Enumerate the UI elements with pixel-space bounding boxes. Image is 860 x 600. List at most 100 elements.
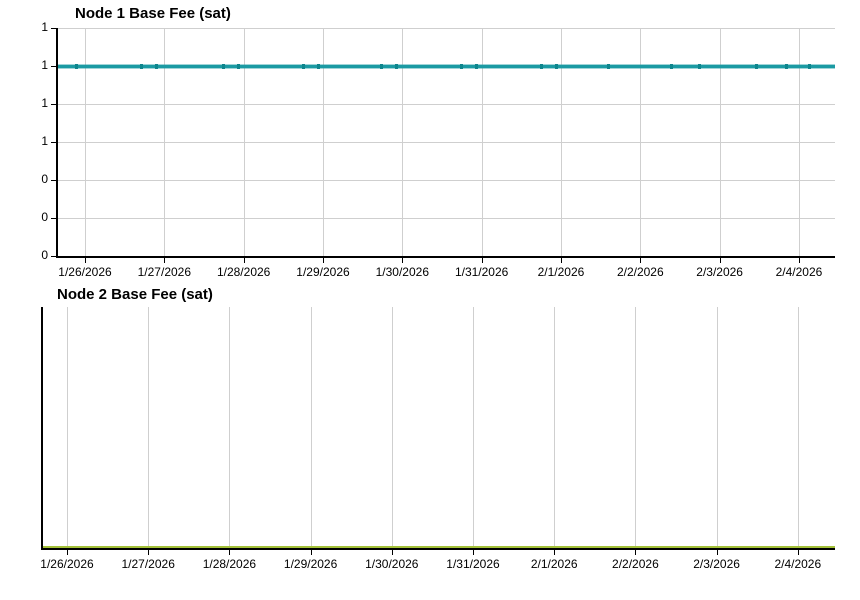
data-point-marker — [607, 63, 610, 69]
h-gridline — [58, 28, 835, 29]
x-axis-label: 2/1/2026 — [537, 265, 585, 279]
chart2-title: Node 2 Base Fee (sat) — [57, 286, 213, 303]
y-axis-label: 1 — [41, 20, 48, 34]
x-axis-label: 1/27/2026 — [121, 557, 175, 571]
x-tick — [391, 550, 393, 555]
x-axis-label: 1/26/2026 — [58, 265, 112, 279]
x-tick — [797, 550, 799, 555]
v-gridline — [402, 28, 404, 256]
v-gridline — [164, 28, 166, 256]
v-gridline — [67, 307, 68, 548]
data-point-marker — [475, 63, 478, 69]
y-axis-line — [41, 307, 43, 550]
v-gridline — [560, 28, 562, 256]
v-gridline — [243, 28, 245, 256]
series-line — [43, 546, 835, 548]
v-gridline — [640, 28, 642, 256]
x-tick — [402, 258, 404, 263]
v-gridline — [797, 307, 799, 548]
x-tick — [554, 550, 556, 555]
data-point-marker — [140, 63, 143, 69]
x-axis-label: 1/26/2026 — [40, 557, 94, 571]
x-axis-line — [41, 548, 835, 550]
v-gridline — [229, 307, 231, 548]
data-point-marker — [785, 63, 788, 69]
x-axis-line — [56, 256, 835, 258]
data-point-marker — [237, 63, 240, 69]
data-point-marker — [302, 63, 305, 69]
chart1-plot-area: 1/26/2026 1/27/2026 1/28/2026 1/29/2026 1/30… — [41, 20, 835, 279]
data-point-marker — [808, 63, 811, 69]
h-gridline — [58, 218, 835, 219]
x-axis-label: 2/4/2026 — [775, 265, 823, 279]
data-point-marker — [698, 63, 701, 69]
series-line — [58, 64, 835, 68]
y-axis-label: 1 — [41, 58, 48, 72]
x-axis-label: 2/3/2026 — [693, 557, 740, 571]
h-gridline — [58, 180, 835, 181]
x-tick — [148, 550, 150, 555]
x-tick — [164, 258, 166, 263]
y-axis-line — [56, 28, 58, 258]
x-tick — [310, 550, 312, 555]
x-axis-label: 1/31/2026 — [446, 557, 500, 571]
x-tick — [481, 258, 483, 263]
x-axis-label: 2/2/2026 — [612, 557, 659, 571]
x-tick — [229, 550, 231, 555]
y-axis-label: 0 — [41, 248, 48, 262]
h-gridline — [58, 104, 835, 105]
chart1-title: Node 1 Base Fee (sat) — [75, 5, 231, 22]
data-point-marker — [670, 63, 673, 69]
data-point-marker — [540, 63, 543, 69]
v-gridline — [635, 307, 637, 548]
x-tick — [85, 258, 86, 263]
v-gridline — [310, 307, 312, 548]
v-gridline — [322, 28, 324, 256]
x-tick — [243, 258, 245, 263]
data-point-marker — [395, 63, 398, 69]
y-axis-label: 0 — [41, 210, 48, 224]
x-tick — [719, 258, 721, 263]
x-tick — [635, 550, 637, 555]
y-axis-label: 1 — [41, 134, 48, 148]
x-tick — [322, 258, 324, 263]
data-point-marker — [555, 63, 558, 69]
v-gridline — [85, 28, 86, 256]
v-gridline — [391, 307, 393, 548]
v-gridline — [798, 28, 800, 256]
data-point-marker — [317, 63, 320, 69]
x-axis-label: 1/28/2026 — [202, 557, 257, 571]
x-axis-label: 1/29/2026 — [296, 265, 350, 279]
chart2-plot-area: 1/26/2026 1/27/2026 1/28/2026 1/29/2026 1/30… — [40, 307, 835, 571]
x-tick — [640, 258, 642, 263]
v-gridline — [716, 307, 718, 548]
v-gridline — [481, 28, 483, 256]
data-point-marker — [222, 63, 225, 69]
data-point-marker — [380, 63, 383, 69]
data-point-marker — [75, 63, 78, 69]
x-tick — [473, 550, 474, 555]
x-axis-label: 2/1/2026 — [530, 557, 578, 571]
x-axis-label: 1/30/2026 — [375, 265, 429, 279]
x-tick — [798, 258, 800, 263]
x-tick — [716, 550, 718, 555]
x-axis-label: 2/2/2026 — [616, 265, 664, 279]
y-axis-label: 0 — [41, 172, 48, 186]
data-point-marker — [155, 63, 158, 69]
x-axis-label: 1/30/2026 — [365, 557, 419, 571]
data-point-marker — [460, 63, 463, 69]
v-gridline — [719, 28, 721, 256]
x-axis-label: 2/4/2026 — [774, 557, 822, 571]
x-tick — [560, 258, 562, 263]
x-axis-label: 2/3/2026 — [696, 265, 743, 279]
data-point-marker — [755, 63, 758, 69]
v-gridline — [148, 307, 150, 548]
x-axis-label: 1/29/2026 — [283, 557, 338, 571]
x-axis-label: 1/28/2026 — [216, 265, 271, 279]
v-gridline — [554, 307, 556, 548]
x-axis-label: 1/27/2026 — [137, 265, 192, 279]
v-gridline — [473, 307, 474, 548]
y-axis-label: 1 — [41, 96, 48, 110]
x-tick — [67, 550, 68, 555]
x-axis-label: 1/31/2026 — [454, 265, 509, 279]
